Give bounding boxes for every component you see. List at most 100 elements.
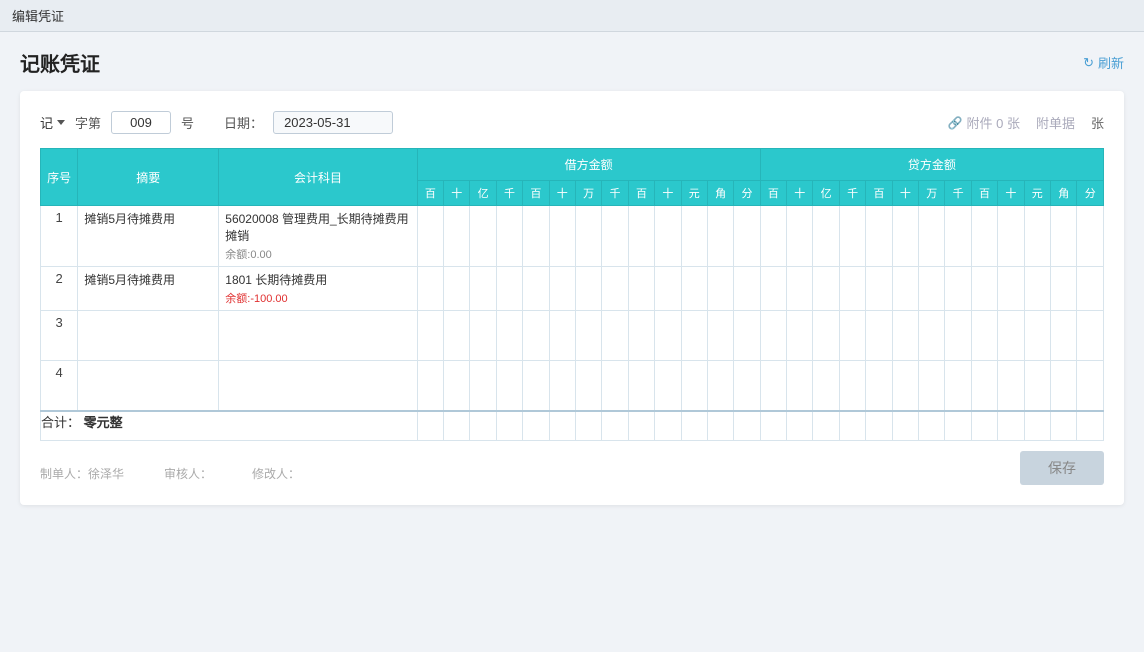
voucher-form-row: 记 字第 号 日期： 🔗 附件 0 张 附单据 张 xyxy=(40,111,1104,134)
refresh-button[interactable]: ↻ 刷新 xyxy=(1083,53,1124,72)
chevron-down-icon xyxy=(57,120,65,125)
row2-c13[interactable] xyxy=(1077,267,1104,311)
row2-c3[interactable] xyxy=(813,267,839,311)
row1-c4[interactable] xyxy=(839,206,865,267)
credit-bai: 百 xyxy=(760,181,786,206)
credit-shi2: 十 xyxy=(892,181,918,206)
row1-d6[interactable] xyxy=(549,206,575,267)
row1-summary[interactable]: 摊销5月待摊费用 xyxy=(78,206,219,267)
row2-c9[interactable] xyxy=(971,267,997,311)
debit-yi: 亿 xyxy=(470,181,496,206)
table-row: 2 摊销5月待摊费用 1801 长期待摊费用 余额:-100.00 xyxy=(41,267,1104,311)
debit-bai3: 百 xyxy=(628,181,654,206)
date-input[interactable] xyxy=(273,111,393,134)
debit-jiao: 角 xyxy=(707,181,733,206)
row1-c10[interactable] xyxy=(998,206,1024,267)
row2-c10[interactable] xyxy=(998,267,1024,311)
row1-c8[interactable] xyxy=(945,206,971,267)
row2-c11[interactable] xyxy=(1024,267,1050,311)
row2-d2[interactable] xyxy=(444,267,470,311)
credit-shi: 十 xyxy=(787,181,813,206)
voucher-number-input[interactable] xyxy=(111,111,171,134)
row1-d7[interactable] xyxy=(575,206,601,267)
row2-d12[interactable] xyxy=(707,267,733,311)
row4-account[interactable] xyxy=(219,361,417,411)
row1-c9[interactable] xyxy=(971,206,997,267)
footer-area: 制单人：徐泽华 审核人： 修改人： 保存 xyxy=(40,451,1104,485)
row1-c12[interactable] xyxy=(1051,206,1077,267)
row1-c2[interactable] xyxy=(787,206,813,267)
row2-d10[interactable] xyxy=(655,267,681,311)
row2-c2[interactable] xyxy=(787,267,813,311)
row2-c8[interactable] xyxy=(945,267,971,311)
creator-label: 制单人：徐泽华 xyxy=(40,465,124,482)
row1-c1[interactable] xyxy=(760,206,786,267)
modifier-label: 修改人： xyxy=(252,465,300,482)
row2-d6[interactable] xyxy=(549,267,575,311)
row1-d9[interactable] xyxy=(628,206,654,267)
row1-c11[interactable] xyxy=(1024,206,1050,267)
row2-c7[interactable] xyxy=(919,267,945,311)
row3-summary[interactable] xyxy=(78,311,219,361)
row1-d4[interactable] xyxy=(496,206,522,267)
row2-d3[interactable] xyxy=(470,267,496,311)
zi-label: 字第 xyxy=(75,113,101,132)
row1-c7[interactable] xyxy=(919,206,945,267)
row1-d11[interactable] xyxy=(681,206,707,267)
debit-qian2: 千 xyxy=(602,181,628,206)
row1-c6[interactable] xyxy=(892,206,918,267)
row3-account[interactable] xyxy=(219,311,417,361)
row2-c5[interactable] xyxy=(866,267,892,311)
page-header: 记账凭证 ↻ 刷新 xyxy=(20,48,1124,77)
row2-account[interactable]: 1801 长期待摊费用 余额:-100.00 xyxy=(219,267,417,311)
credit-qian: 千 xyxy=(839,181,865,206)
row1-c5[interactable] xyxy=(866,206,892,267)
credit-yi: 亿 xyxy=(813,181,839,206)
row2-d9[interactable] xyxy=(628,267,654,311)
save-button[interactable]: 保存 xyxy=(1020,451,1104,485)
col-header-account: 会计科目 xyxy=(219,149,417,206)
row2-d5[interactable] xyxy=(523,267,549,311)
page-title: 记账凭证 xyxy=(20,48,100,77)
hao-label: 号 xyxy=(181,113,194,132)
row1-d8[interactable] xyxy=(602,206,628,267)
row2-summary[interactable]: 摊销5月待摊费用 xyxy=(78,267,219,311)
attach-link[interactable]: 🔗 附件 0 张 xyxy=(948,113,1020,132)
col-header-debit: 借方金额 xyxy=(417,149,760,181)
attach-single-label: 附单据 xyxy=(1036,113,1075,132)
row2-c12[interactable] xyxy=(1051,267,1077,311)
row2-c4[interactable] xyxy=(839,267,865,311)
row4-summary[interactable] xyxy=(78,361,219,411)
footer-info: 制单人：徐泽华 审核人： 修改人： xyxy=(40,465,300,482)
row4-seq: 4 xyxy=(41,361,78,411)
row1-d2[interactable] xyxy=(444,206,470,267)
row2-d7[interactable] xyxy=(575,267,601,311)
row2-c1[interactable] xyxy=(760,267,786,311)
debit-yuan: 元 xyxy=(681,181,707,206)
row1-account[interactable]: 56020008 管理费用_长期待摊费用摊销 余额:0.00 xyxy=(219,206,417,267)
row1-d12[interactable] xyxy=(707,206,733,267)
row2-d11[interactable] xyxy=(681,267,707,311)
row2-d8[interactable] xyxy=(602,267,628,311)
voucher-table: 序号 摘要 会计科目 借方金额 贷方金额 百 十 亿 千 百 十 万 千 百 十 xyxy=(40,148,1104,441)
voucher-type-button[interactable]: 记 xyxy=(40,113,65,132)
row1-d10[interactable] xyxy=(655,206,681,267)
row1-d1[interactable] xyxy=(417,206,443,267)
row2-d1[interactable] xyxy=(417,267,443,311)
col-header-summary: 摘要 xyxy=(78,149,219,206)
row2-c6[interactable] xyxy=(892,267,918,311)
link-icon: 🔗 xyxy=(948,116,963,130)
row2-d13[interactable] xyxy=(734,267,760,311)
row1-d5[interactable] xyxy=(523,206,549,267)
row2-d4[interactable] xyxy=(496,267,522,311)
attach-single-btn[interactable]: 附单据 xyxy=(1036,113,1075,132)
row1-d3[interactable] xyxy=(470,206,496,267)
row1-c3[interactable] xyxy=(813,206,839,267)
title-bar-label: 编辑凭证 xyxy=(12,9,64,24)
credit-jiao: 角 xyxy=(1051,181,1077,206)
row1-c13[interactable] xyxy=(1077,206,1104,267)
debit-shi2: 十 xyxy=(549,181,575,206)
refresh-label: 刷新 xyxy=(1098,53,1124,72)
row1-d13[interactable] xyxy=(734,206,760,267)
reviewer-label: 审核人： xyxy=(164,465,212,482)
